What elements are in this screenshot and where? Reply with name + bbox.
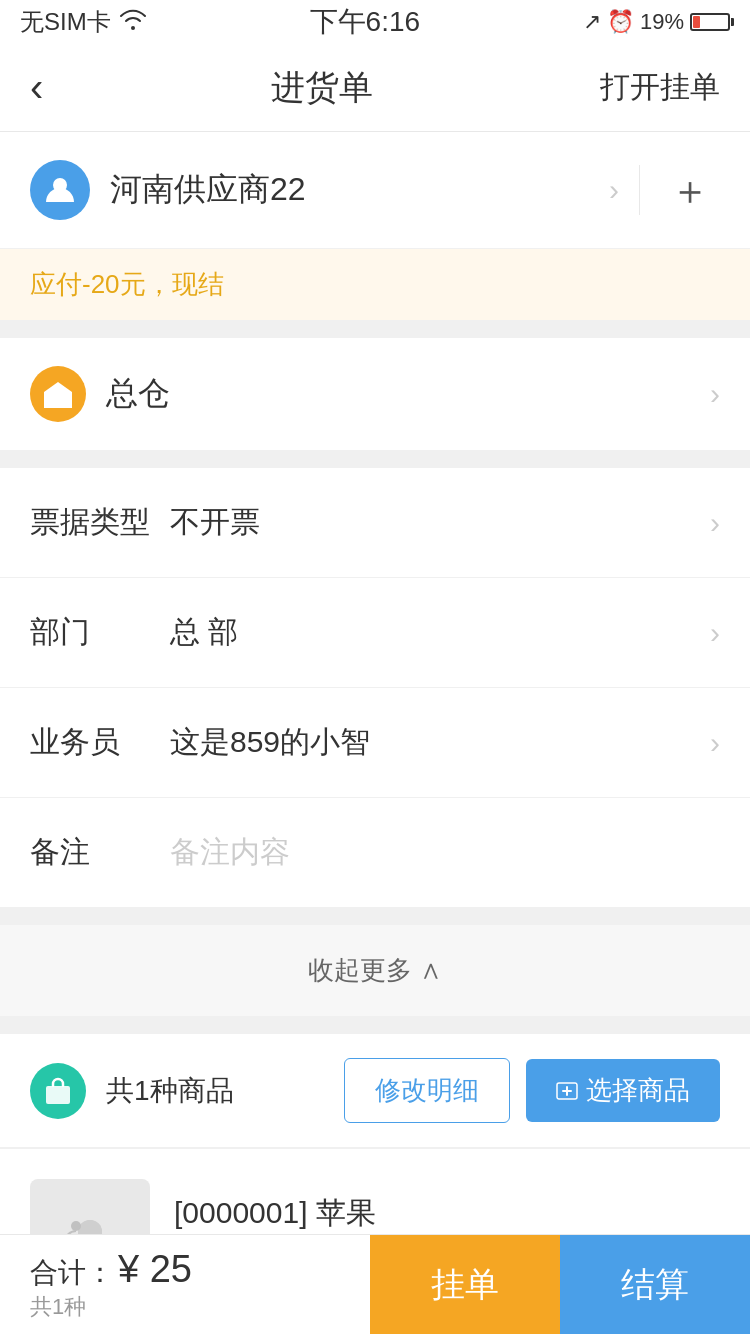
battery-percent: 19% [640, 9, 684, 35]
department-row[interactable]: 部门 总 部 › [0, 578, 750, 688]
svg-rect-1 [52, 396, 64, 408]
department-label: 部门 [30, 612, 150, 653]
carrier-text: 无SIM卡 [20, 6, 111, 38]
select-product-icon [556, 1080, 578, 1102]
collapse-bar[interactable]: 收起更多 ∧ [0, 925, 750, 1016]
status-right: ↗ ⏰ 19% [583, 9, 730, 35]
nav-bar: ‹ 进货单 打开挂单 [0, 44, 750, 132]
vertical-divider [639, 165, 640, 215]
total-section: 合计： ¥ 25 共1种 [0, 1235, 370, 1334]
wifi-icon [119, 8, 147, 36]
checkout-button[interactable]: 结算 [560, 1235, 750, 1334]
edit-details-button[interactable]: 修改明细 [344, 1058, 510, 1123]
invoice-type-row[interactable]: 票据类型 不开票 › [0, 468, 750, 578]
invoice-type-label: 票据类型 [30, 502, 150, 543]
collapse-text: 收起更多 ∧ [308, 955, 441, 985]
remark-row[interactable]: 备注 备注内容 [0, 798, 750, 907]
select-product-button[interactable]: 选择商品 [526, 1059, 720, 1122]
person-icon [42, 172, 78, 208]
warehouse-icon-bg [30, 366, 86, 422]
warehouse-name: 总仓 [106, 372, 700, 416]
battery-icon [690, 13, 730, 31]
alarm-icon: ⏰ [607, 9, 634, 35]
products-icon-bg [30, 1063, 86, 1119]
open-hang-button[interactable]: 打开挂单 [600, 67, 720, 108]
svg-point-6 [71, 1221, 81, 1231]
shopping-bag-icon [43, 1076, 73, 1106]
supplier-avatar [30, 160, 90, 220]
back-button[interactable]: ‹ [30, 65, 43, 110]
salesperson-row[interactable]: 业务员 这是859的小智 › [0, 688, 750, 798]
product-name: [0000001] 苹果 [174, 1193, 670, 1234]
products-count: 共1种商品 [106, 1072, 344, 1110]
page-title: 进货单 [271, 65, 373, 111]
salesperson-label: 业务员 [30, 722, 150, 763]
add-supplier-button[interactable]: ＋ [660, 163, 720, 218]
department-value: 总 部 [150, 612, 700, 653]
products-header: 共1种商品 修改明细 选择商品 [0, 1034, 750, 1147]
warehouse-icon [42, 378, 74, 410]
supplier-name: 河南供应商22 [110, 168, 599, 212]
status-time: 下午6:16 [310, 3, 421, 41]
warning-banner: 应付-20元，现结 [0, 249, 750, 320]
status-left: 无SIM卡 [20, 6, 147, 38]
total-amount: ¥ 25 [118, 1248, 192, 1291]
supplier-section: 河南供应商22 › ＋ 应付-20元，现结 [0, 132, 750, 320]
bottom-bar: 合计： ¥ 25 共1种 挂单 结算 [0, 1234, 750, 1334]
location-icon: ↗ [583, 9, 601, 35]
hang-button[interactable]: 挂单 [370, 1235, 560, 1334]
salesperson-chevron-icon: › [710, 726, 720, 760]
total-count: 共1种 [30, 1292, 340, 1322]
status-bar: 无SIM卡 下午6:16 ↗ ⏰ 19% [0, 0, 750, 44]
form-section: 票据类型 不开票 › 部门 总 部 › 业务员 这是859的小智 › 备注 备注… [0, 468, 750, 907]
svg-rect-2 [46, 1086, 70, 1104]
supplier-chevron-icon: › [609, 173, 619, 207]
warning-text: 应付-20元，现结 [30, 269, 224, 299]
warehouse-section: 总仓 › [0, 338, 750, 450]
remark-label: 备注 [30, 832, 150, 873]
remark-placeholder: 备注内容 [150, 832, 720, 873]
salesperson-value: 这是859的小智 [150, 722, 700, 763]
department-chevron-icon: › [710, 616, 720, 650]
content-area: 河南供应商22 › ＋ 应付-20元，现结 总仓 › 票据类型 不开票 [0, 132, 750, 1334]
invoice-type-value: 不开票 [150, 502, 700, 543]
total-label: 合计： [30, 1254, 114, 1292]
select-product-label: 选择商品 [586, 1073, 690, 1108]
supplier-row[interactable]: 河南供应商22 › ＋ [0, 132, 750, 249]
invoice-chevron-icon: › [710, 506, 720, 540]
warehouse-chevron-icon: › [710, 377, 720, 411]
warehouse-row[interactable]: 总仓 › [0, 338, 750, 450]
